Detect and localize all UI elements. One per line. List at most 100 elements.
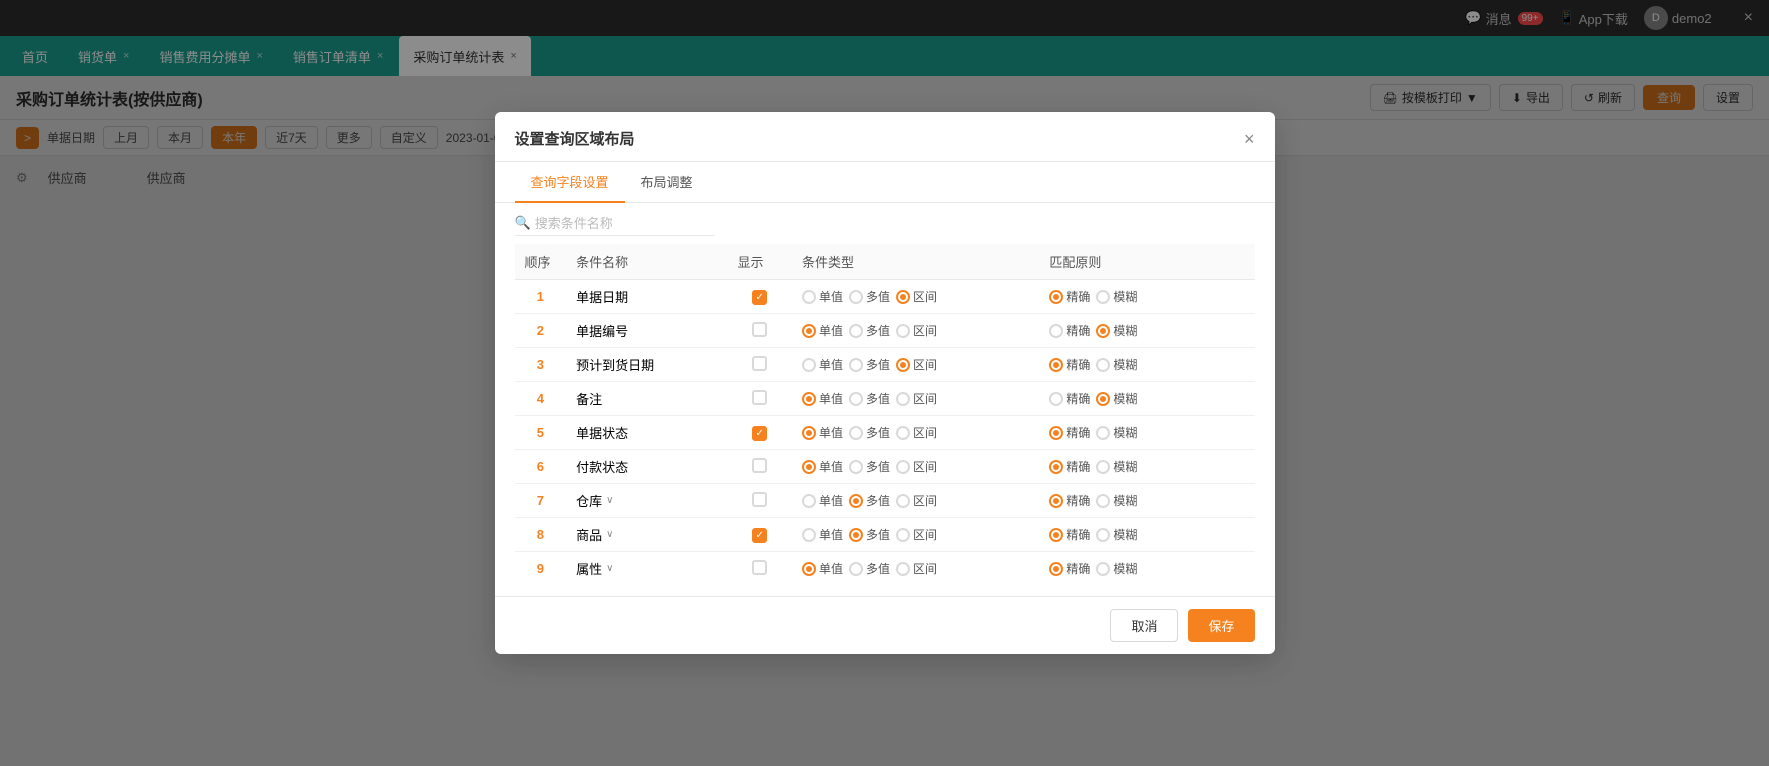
type-multi-radio[interactable] (849, 290, 863, 304)
type-range-radio[interactable] (896, 562, 910, 576)
match-exact-option[interactable]: 精确 (1049, 458, 1090, 475)
search-input[interactable] (535, 216, 695, 231)
match-fuzzy-option[interactable]: 模糊 (1096, 492, 1137, 509)
type-multi-radio[interactable] (849, 460, 863, 474)
type-range-radio[interactable] (896, 324, 910, 338)
type-range-radio[interactable] (896, 290, 910, 304)
type-range-option[interactable]: 区间 (896, 322, 937, 339)
expand-icon[interactable]: ∨ (606, 495, 613, 506)
type-single-radio[interactable] (802, 426, 816, 440)
match-fuzzy-radio[interactable] (1096, 562, 1110, 576)
display-checkbox[interactable] (752, 458, 767, 473)
type-range-option[interactable]: 区间 (896, 424, 937, 441)
display-checkbox[interactable] (752, 528, 767, 543)
type-single-radio[interactable] (802, 528, 816, 542)
match-exact-radio[interactable] (1049, 392, 1063, 406)
match-exact-radio[interactable] (1049, 562, 1063, 576)
type-single-option[interactable]: 单值 (802, 390, 843, 407)
match-exact-radio[interactable] (1049, 324, 1063, 338)
type-single-option[interactable]: 单值 (802, 288, 843, 305)
type-single-radio[interactable] (802, 324, 816, 338)
match-exact-option[interactable]: 精确 (1049, 560, 1090, 577)
type-range-option[interactable]: 区间 (896, 288, 937, 305)
match-fuzzy-radio[interactable] (1096, 528, 1110, 542)
type-multi-radio[interactable] (849, 392, 863, 406)
cancel-button[interactable]: 取消 (1110, 609, 1178, 642)
match-fuzzy-option[interactable]: 模糊 (1096, 390, 1137, 407)
type-range-radio[interactable] (896, 494, 910, 508)
match-exact-radio[interactable] (1049, 426, 1063, 440)
type-multi-option[interactable]: 多值 (849, 322, 890, 339)
type-single-radio[interactable] (802, 290, 816, 304)
type-single-radio[interactable] (802, 460, 816, 474)
match-fuzzy-radio[interactable] (1096, 358, 1110, 372)
type-single-option[interactable]: 单值 (802, 356, 843, 373)
type-multi-radio[interactable] (849, 494, 863, 508)
match-fuzzy-option[interactable]: 模糊 (1096, 458, 1137, 475)
display-checkbox[interactable] (752, 492, 767, 507)
dialog-close-button[interactable]: × (1244, 130, 1255, 148)
type-range-option[interactable]: 区间 (896, 492, 937, 509)
match-exact-radio[interactable] (1049, 528, 1063, 542)
type-multi-radio[interactable] (849, 324, 863, 338)
type-multi-option[interactable]: 多值 (849, 288, 890, 305)
match-exact-radio[interactable] (1049, 358, 1063, 372)
type-range-radio[interactable] (896, 460, 910, 474)
display-checkbox[interactable] (752, 322, 767, 337)
type-single-option[interactable]: 单值 (802, 560, 843, 577)
display-checkbox[interactable] (752, 426, 767, 441)
dialog-tab-layout[interactable]: 布局调整 (625, 162, 709, 203)
type-single-radio[interactable] (802, 392, 816, 406)
type-range-option[interactable]: 区间 (896, 356, 937, 373)
save-button[interactable]: 保存 (1188, 609, 1254, 642)
type-multi-option[interactable]: 多值 (849, 390, 890, 407)
type-single-radio[interactable] (802, 358, 816, 372)
type-single-option[interactable]: 单值 (802, 424, 843, 441)
match-exact-option[interactable]: 精确 (1049, 492, 1090, 509)
type-range-radio[interactable] (896, 528, 910, 542)
type-range-option[interactable]: 区间 (896, 560, 937, 577)
match-fuzzy-option[interactable]: 模糊 (1096, 322, 1137, 339)
type-range-radio[interactable] (896, 392, 910, 406)
expand-icon[interactable]: ∨ (606, 563, 613, 574)
type-single-option[interactable]: 单值 (802, 458, 843, 475)
match-exact-radio[interactable] (1049, 494, 1063, 508)
match-exact-option[interactable]: 精确 (1049, 356, 1090, 373)
type-single-radio[interactable] (802, 562, 816, 576)
type-single-radio[interactable] (802, 494, 816, 508)
type-multi-radio[interactable] (849, 528, 863, 542)
type-range-radio[interactable] (896, 358, 910, 372)
match-fuzzy-option[interactable]: 模糊 (1096, 288, 1137, 305)
type-range-option[interactable]: 区间 (896, 390, 937, 407)
display-checkbox[interactable] (752, 390, 767, 405)
type-range-radio[interactable] (896, 426, 910, 440)
type-multi-radio[interactable] (849, 426, 863, 440)
match-fuzzy-radio[interactable] (1096, 494, 1110, 508)
match-fuzzy-radio[interactable] (1096, 324, 1110, 338)
match-fuzzy-radio[interactable] (1096, 392, 1110, 406)
type-single-option[interactable]: 单值 (802, 322, 843, 339)
match-fuzzy-radio[interactable] (1096, 290, 1110, 304)
match-exact-option[interactable]: 精确 (1049, 390, 1090, 407)
match-exact-radio[interactable] (1049, 460, 1063, 474)
match-exact-option[interactable]: 精确 (1049, 322, 1090, 339)
match-fuzzy-option[interactable]: 模糊 (1096, 356, 1137, 373)
expand-icon[interactable]: ∨ (606, 529, 613, 540)
type-single-option[interactable]: 单值 (802, 492, 843, 509)
type-multi-option[interactable]: 多值 (849, 424, 890, 441)
type-range-option[interactable]: 区间 (896, 526, 937, 543)
type-multi-option[interactable]: 多值 (849, 492, 890, 509)
display-checkbox[interactable] (752, 560, 767, 575)
display-checkbox[interactable] (752, 356, 767, 371)
type-multi-option[interactable]: 多值 (849, 526, 890, 543)
type-range-option[interactable]: 区间 (896, 458, 937, 475)
display-checkbox[interactable] (752, 290, 767, 305)
type-multi-radio[interactable] (849, 358, 863, 372)
match-exact-option[interactable]: 精确 (1049, 288, 1090, 305)
match-fuzzy-option[interactable]: 模糊 (1096, 560, 1137, 577)
dialog-tab-fields[interactable]: 查询字段设置 (515, 162, 625, 203)
type-multi-option[interactable]: 多值 (849, 356, 890, 373)
match-exact-option[interactable]: 精确 (1049, 526, 1090, 543)
match-exact-option[interactable]: 精确 (1049, 424, 1090, 441)
type-multi-option[interactable]: 多值 (849, 458, 890, 475)
